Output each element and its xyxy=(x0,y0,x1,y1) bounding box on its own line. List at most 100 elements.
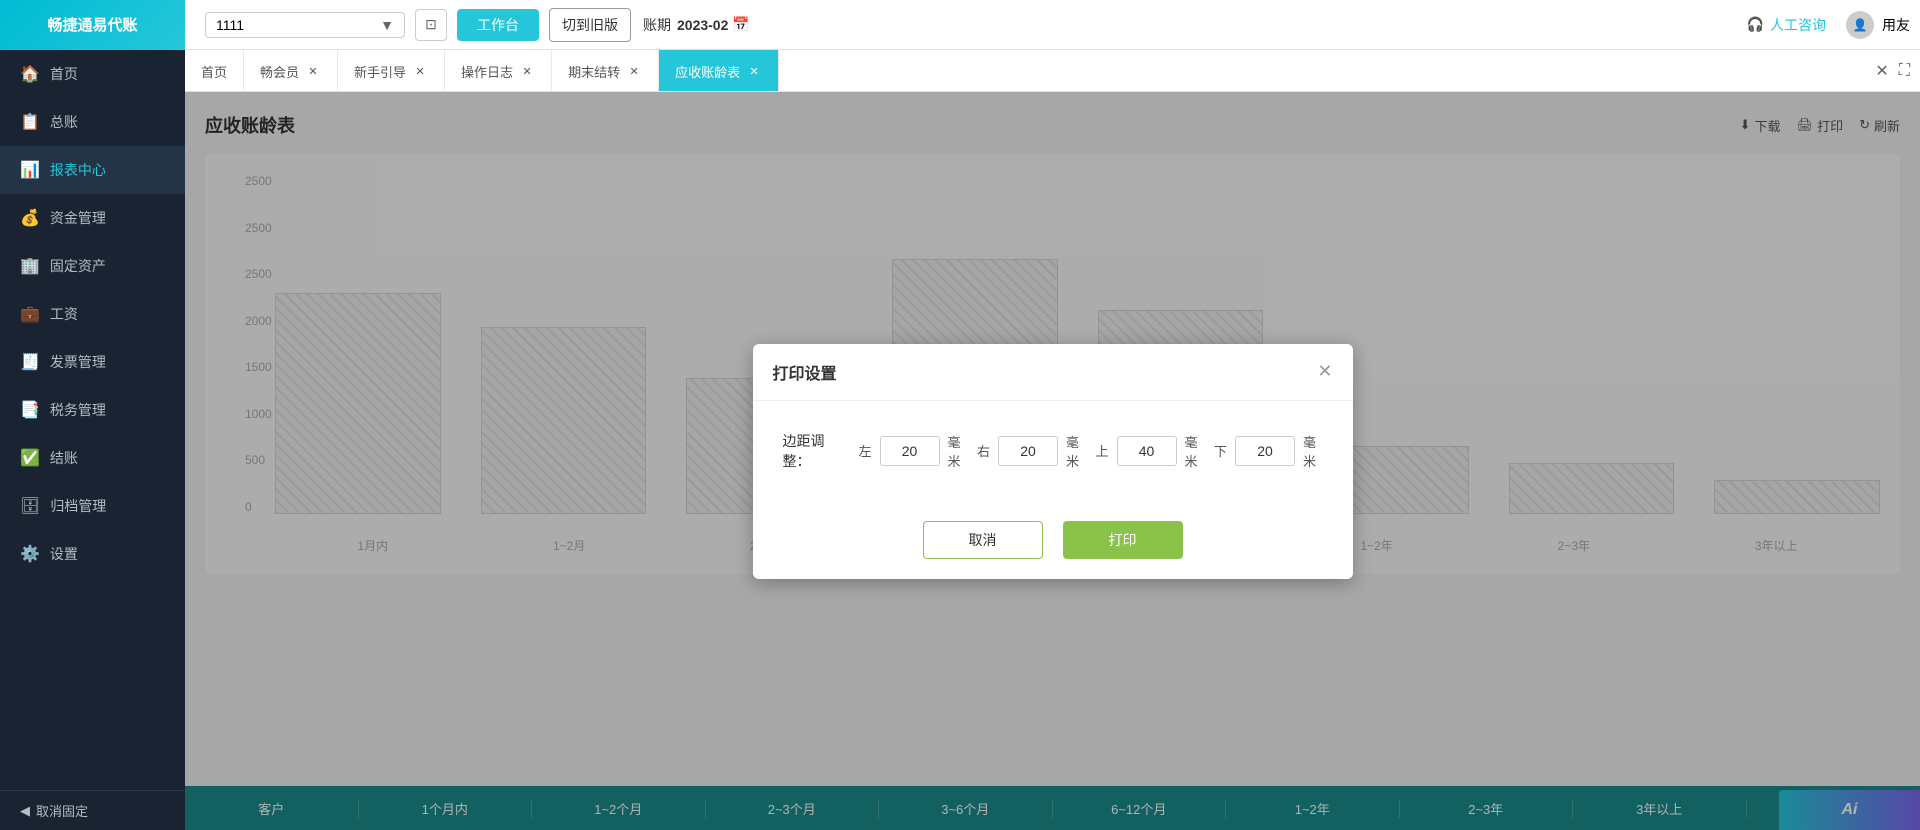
logo-area: 畅捷通易代账 xyxy=(0,0,185,50)
print-settings-modal: 打印设置 ✕ 边距调整： 左 毫米 右 xyxy=(753,344,1353,579)
company-selector[interactable]: 1111 ▼ xyxy=(205,12,405,38)
sidebar-item-archive[interactable]: 🗄 归档管理 xyxy=(0,482,185,530)
bottom-margin-unit: 毫米 xyxy=(1303,432,1322,470)
sidebar-item-checkout[interactable]: ✅ 结账 xyxy=(0,434,185,482)
tab-oplog[interactable]: 操作日志 ✕ xyxy=(445,50,552,92)
switch-old-version-button[interactable]: 切到旧版 xyxy=(549,8,631,42)
modal-footer: 取消 打印 xyxy=(753,511,1353,579)
sidebar-collapse-button[interactable]: ◀ 取消固定 xyxy=(0,790,185,830)
top-margin-label: 上 xyxy=(1096,441,1109,460)
invoice-icon: 🧾 xyxy=(20,352,40,372)
page-content: 应收账龄表 ⬇ 下载 🖨 打印 ↻ 刷新 xyxy=(185,92,1920,830)
username: 用友 xyxy=(1882,15,1910,35)
margin-form-row: 边距调整： 左 毫米 右 毫米 xyxy=(783,431,1323,471)
tab-close-guide[interactable]: ✕ xyxy=(412,63,428,79)
bottom-margin-label: 下 xyxy=(1214,441,1227,460)
header-right: 🎧 人工咨询 👤 用友 xyxy=(1747,11,1910,39)
tab-close-member[interactable]: ✕ xyxy=(305,63,321,79)
sidebar-label-settings: 设置 xyxy=(50,544,78,564)
report-icon: 📊 xyxy=(20,160,40,180)
sidebar-item-ledger[interactable]: 📋总账 xyxy=(0,98,185,146)
period-value: 2023-02 xyxy=(677,17,728,33)
workbench-button[interactable]: 工作台 xyxy=(457,9,539,41)
right-margin-group: 右 毫米 xyxy=(977,432,1086,470)
modal-header: 打印设置 ✕ xyxy=(753,344,1353,401)
sidebar-label-archive: 归档管理 xyxy=(50,496,106,516)
salary-icon: 💼 xyxy=(20,304,40,324)
confirm-print-button[interactable]: 打印 xyxy=(1063,521,1183,559)
tab-label-guide: 新手引导 xyxy=(354,62,406,81)
right-margin-input[interactable] xyxy=(998,436,1058,466)
sidebar-label-invoice: 发票管理 xyxy=(50,352,106,372)
maximize-tab-button[interactable]: ⛶ xyxy=(1899,62,1910,80)
sidebar-item-fund[interactable]: 💰 资金管理 xyxy=(0,194,185,242)
main-layout: 🏠 首页 📋总账 📊 报表中心 💰 资金管理 🏢 固定资产 💼工资 🧾 发票管理 📑税务管理 ✅ 结账 🗄 归档… xyxy=(0,50,1920,830)
sidebar-label-asset: 固定资产 xyxy=(50,256,106,276)
margin-form-label: 边距调整： xyxy=(783,431,849,471)
tabs-right: ✕ ⛶ xyxy=(1875,61,1920,81)
tab-guide[interactable]: 新手引导 ✕ xyxy=(338,50,445,92)
sidebar-label-report: 报表中心 xyxy=(50,160,106,180)
right-margin-label: 右 xyxy=(977,441,990,460)
tab-member[interactable]: 畅会员 ✕ xyxy=(244,50,338,92)
sidebar-label-fund: 资金管理 xyxy=(50,208,106,228)
tab-label-oplog: 操作日志 xyxy=(461,62,513,81)
service-label: 人工咨询 xyxy=(1770,15,1826,35)
service-button[interactable]: 🎧 人工咨询 xyxy=(1747,15,1826,35)
sidebar-item-invoice[interactable]: 🧾 发票管理 xyxy=(0,338,185,386)
sidebar-item-tax[interactable]: 📑税务管理 xyxy=(0,386,185,434)
asset-icon: 🏢 xyxy=(20,256,40,276)
avatar-icon: 👤 xyxy=(1853,18,1868,32)
left-margin-group: 左 毫米 xyxy=(859,432,968,470)
collapse-label: 取消固定 xyxy=(36,801,88,820)
checkout-icon: ✅ xyxy=(20,448,40,468)
dropdown-icon: ▼ xyxy=(380,17,394,33)
left-margin-unit: 毫米 xyxy=(948,432,967,470)
tab-home[interactable]: 首页 xyxy=(185,50,244,92)
modal-close-button[interactable]: ✕ xyxy=(1317,361,1332,382)
right-margin-unit: 毫米 xyxy=(1066,432,1085,470)
archive-icon: 🗄 xyxy=(20,496,40,516)
sidebar: 🏠 首页 📋总账 📊 报表中心 💰 资金管理 🏢 固定资产 💼工资 🧾 发票管理 📑税务管理 ✅ 结账 🗄 归档… xyxy=(0,50,185,830)
tax-icon: 📑 xyxy=(20,400,40,420)
close-tab-button[interactable]: ✕ xyxy=(1875,61,1888,81)
sidebar-scroll: 🏠 首页 📋总账 📊 报表中心 💰 资金管理 🏢 固定资产 💼工资 🧾 发票管理 📑税务管理 ✅ 结账 🗄 归档… xyxy=(0,50,185,790)
home-icon: 🏠 xyxy=(20,64,40,84)
sidebar-label-home: 首页 xyxy=(50,64,78,84)
copy-icon-button[interactable]: ⊡ xyxy=(415,9,447,41)
top-margin-input[interactable] xyxy=(1117,436,1177,466)
period-label: 账期 xyxy=(643,15,671,35)
modal-title: 打印设置 xyxy=(773,360,837,384)
tab-period_end[interactable]: 期末结转✕ xyxy=(552,50,659,92)
sidebar-item-settings[interactable]: ⚙️ 设置 xyxy=(0,530,185,578)
calendar-icon[interactable]: 📅 xyxy=(732,16,749,33)
logo-text: 畅捷通易代账 xyxy=(47,14,137,35)
avatar: 👤 xyxy=(1846,11,1874,39)
sidebar-item-salary[interactable]: 💼工资 xyxy=(0,290,185,338)
collapse-icon: ◀ xyxy=(20,803,30,819)
tab-label-member: 畅会员 xyxy=(260,62,299,81)
fund-icon: 💰 xyxy=(20,208,40,228)
left-margin-input[interactable] xyxy=(880,436,940,466)
tab-close-oplog[interactable]: ✕ xyxy=(519,63,535,79)
tab-label-ar_aging: 应收账龄表 xyxy=(675,62,740,81)
settings-icon: ⚙️ xyxy=(20,544,40,564)
company-name: 1111 xyxy=(216,17,372,33)
sidebar-item-asset[interactable]: 🏢 固定资产 xyxy=(0,242,185,290)
user-area[interactable]: 👤 用友 xyxy=(1846,11,1910,39)
content-area: 首页畅会员✕新手引导✕操作日志✕期末结转✕应收账龄表✕ ✕ ⛶ 应收账龄表 ⬇ … xyxy=(185,50,1920,830)
tab-close-period_end[interactable]: ✕ xyxy=(626,63,642,79)
sidebar-item-report[interactable]: 📊 报表中心 xyxy=(0,146,185,194)
sidebar-label-checkout: 结账 xyxy=(50,448,78,468)
bottom-margin-input[interactable] xyxy=(1235,436,1295,466)
sidebar-label-ledger: 总账 xyxy=(50,112,78,132)
modal-overlay: 打印设置 ✕ 边距调整： 左 毫米 右 xyxy=(185,92,1920,830)
top-header: 畅捷通易代账 1111 ▼ ⊡ 工作台 切到旧版 账期 2023-02 📅 🎧 … xyxy=(0,0,1920,50)
left-margin-label: 左 xyxy=(859,441,872,460)
cancel-button[interactable]: 取消 xyxy=(923,521,1043,559)
tab-ar_aging[interactable]: 应收账龄表 ✕ xyxy=(659,50,779,92)
copy-icon: ⊡ xyxy=(425,16,437,33)
sidebar-item-home[interactable]: 🏠 首页 xyxy=(0,50,185,98)
tab-close-ar_aging[interactable]: ✕ xyxy=(746,63,762,79)
tab-label-home: 首页 xyxy=(201,62,227,81)
